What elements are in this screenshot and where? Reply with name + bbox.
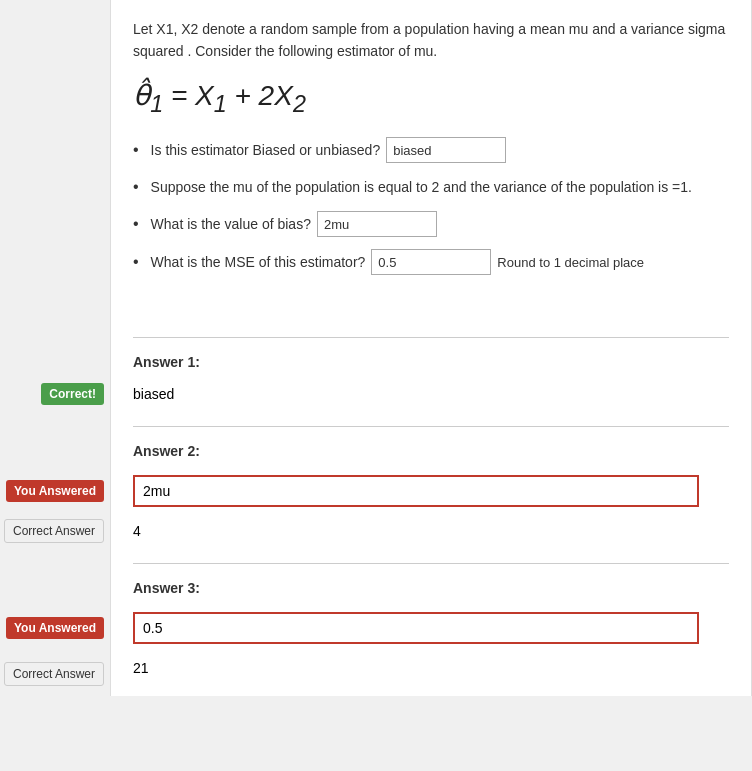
bullet-item-2: Suppose the mu of the population is equa… [133, 175, 729, 199]
mse-input[interactable] [371, 249, 491, 275]
correct-answer-badge-2: Correct Answer [4, 519, 104, 543]
page-wrapper: Let X1, X2 denote a random sample from a… [0, 0, 752, 696]
correct-answer-badge-3: Correct Answer [4, 662, 104, 686]
answer-2-correct-value: 4 [133, 523, 141, 539]
mse-note: Round to 1 decimal place [497, 253, 644, 273]
you-answered-badge-3: You Answered [6, 617, 104, 639]
answer-2-you-value: 2mu [143, 483, 170, 499]
bullet-list: Is this estimator Biased or unbiased? Su… [133, 137, 729, 275]
bias-value-input[interactable] [317, 211, 437, 237]
you-answered-badge-2: You Answered [6, 480, 104, 502]
answer-1-value: biased [133, 386, 174, 402]
answer-1-label: Answer 1: [133, 354, 729, 370]
biased-input[interactable] [386, 137, 506, 163]
question-text: Let X1, X2 denote a random sample from a… [133, 18, 729, 63]
answer-3-correct-value: 21 [133, 660, 149, 676]
answer-3-label: Answer 3: [133, 580, 729, 596]
answer-3-you-value: 0.5 [143, 620, 162, 636]
main-content: Let X1, X2 denote a random sample from a… [110, 0, 752, 321]
bullet-item-3: What is the value of bias? [133, 211, 729, 237]
answer-2-label: Answer 2: [133, 443, 729, 459]
bullet-item-4: What is the MSE of this estimator? Round… [133, 249, 729, 275]
formula-display: θ̂1 = X1 + 2X2 [133, 79, 729, 118]
bullet-item-1: Is this estimator Biased or unbiased? [133, 137, 729, 163]
correct-badge-1: Correct! [41, 383, 104, 405]
